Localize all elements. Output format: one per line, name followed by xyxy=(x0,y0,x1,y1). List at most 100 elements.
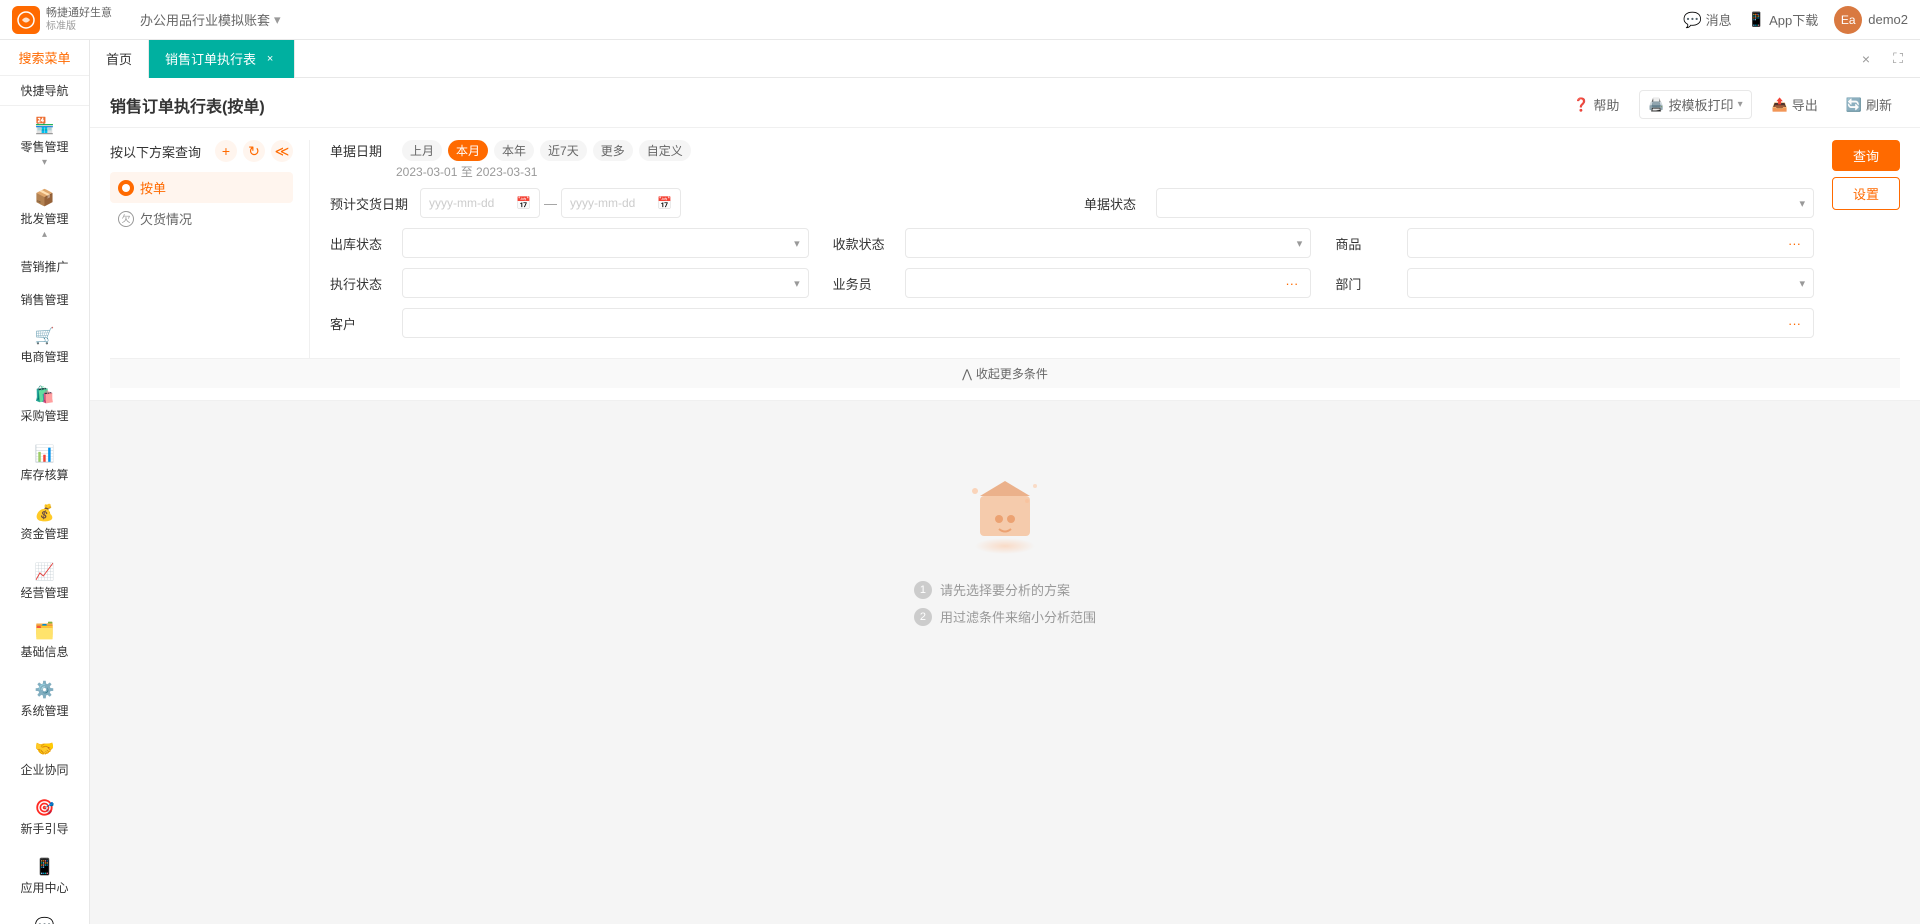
help-button[interactable]: ❓ 帮助 xyxy=(1565,91,1627,118)
sidebar-item-finance[interactable]: 💰 资金管理 xyxy=(0,493,89,552)
date-btn-this-year[interactable]: 本年 xyxy=(494,140,534,161)
ecommerce-label: 电商管理 xyxy=(20,348,68,365)
sidebar-item-newbie[interactable]: 🎯 新手引导 xyxy=(0,788,89,847)
sidebar-search[interactable]: 搜索菜单 xyxy=(0,40,89,76)
query-button[interactable]: 查询 xyxy=(1832,140,1900,171)
customer-more-icon: ··· xyxy=(1784,316,1805,331)
system-label: 系统管理 xyxy=(20,702,68,719)
message-button[interactable]: 💬 消息 xyxy=(1683,10,1732,29)
export-button[interactable]: 📤 导出 xyxy=(1764,91,1826,118)
sidebar-item-operations[interactable]: 📈 经营管理 xyxy=(0,552,89,611)
help-icon: ❓ xyxy=(1573,97,1589,113)
minimize-button[interactable]: × xyxy=(1852,45,1880,73)
export-icon: 📤 xyxy=(1772,97,1788,113)
page-actions: ❓ 帮助 🖨️ 按模板打印 ▾ 📤 导出 🔄 刷新 xyxy=(1565,90,1900,119)
query-actions: 查询 设置 xyxy=(1832,140,1900,210)
dept-select[interactable]: ▾ xyxy=(1407,268,1814,298)
tab-home[interactable]: 首页 xyxy=(90,40,149,78)
sidebar-item-purchase[interactable]: 🛍️ 采购管理 xyxy=(0,375,89,434)
maximize-button[interactable]: ⛶ xyxy=(1884,45,1912,73)
system-icon: ⚙️ xyxy=(35,680,55,700)
filter-section-title: 按以下方案查询 xyxy=(110,142,201,161)
page-header: 销售订单执行表(按单) ❓ 帮助 🖨️ 按模板打印 ▾ 📤 导出 xyxy=(90,78,1920,128)
refresh-icon: 🔄 xyxy=(1846,97,1862,113)
retail-icon: 🏪 xyxy=(35,116,55,136)
scheme-item-by-order[interactable]: 按单 xyxy=(110,172,293,203)
date-btn-more[interactable]: 更多 xyxy=(593,140,633,161)
product-select[interactable]: ··· xyxy=(1407,228,1814,258)
tab-sales-order[interactable]: 销售订单执行表 × xyxy=(149,40,295,78)
sidebar-item-sales-mgmt[interactable]: 销售管理 xyxy=(0,283,89,316)
tab-close-icon[interactable]: × xyxy=(262,51,278,67)
collapse-scheme-button[interactable]: ≪ xyxy=(271,140,293,162)
date-btn-prev-month[interactable]: 上月 xyxy=(402,140,442,161)
filter-left-actions: + ↻ ≪ xyxy=(215,140,293,162)
print-label: 按模板打印 xyxy=(1669,95,1734,114)
sidebar-item-apps[interactable]: 📱 应用中心 xyxy=(0,847,89,906)
out-status-arrow-icon: ▾ xyxy=(794,237,800,250)
expected-date-to[interactable]: yyyy-mm-dd 📅 xyxy=(561,188,681,218)
add-scheme-button[interactable]: + xyxy=(215,140,237,162)
empty-state: 1 请先选择要分析的方案 2 用过滤条件来缩小分析范围 xyxy=(90,401,1920,686)
exec-status-select[interactable]: ▾ xyxy=(402,268,809,298)
date-btn-this-month[interactable]: 本月 xyxy=(448,140,488,161)
sidebar-item-ecommerce[interactable]: 🛒 电商管理 xyxy=(0,316,89,375)
ecommerce-icon: 🛒 xyxy=(35,326,55,346)
date-to-placeholder: yyyy-mm-dd xyxy=(570,196,635,210)
sidebar-item-cooperation[interactable]: 🤝 企业协同 xyxy=(0,729,89,788)
doc-status-arrow-icon: ▾ xyxy=(1799,197,1805,210)
refresh-button[interactable]: 🔄 刷新 xyxy=(1838,91,1900,118)
sidebar-item-inventory[interactable]: 📊 库存核算 xyxy=(0,434,89,493)
logo-area: 畅捷通好生意 标准版 xyxy=(12,6,112,34)
out-status-label: 出库状态 xyxy=(330,234,390,253)
set-button[interactable]: 设置 xyxy=(1832,177,1900,210)
calendar-icon2: 📅 xyxy=(657,196,672,210)
print-button[interactable]: 🖨️ 按模板打印 ▾ xyxy=(1639,90,1751,119)
sidebar-item-wholesale[interactable]: 📦 批发管理 ▴ xyxy=(0,178,89,250)
dept-label: 部门 xyxy=(1335,274,1395,293)
product-more-icon: ··· xyxy=(1784,236,1805,251)
logo-icon xyxy=(12,6,40,34)
sidebar-item-wechat[interactable]: 💬 企业微信 xyxy=(0,906,89,924)
out-status-select[interactable]: ▾ xyxy=(402,228,809,258)
empty-illustration xyxy=(955,461,1055,564)
newbie-icon: 🎯 xyxy=(35,798,55,818)
date-btn-custom[interactable]: 自定义 xyxy=(639,140,691,161)
app-download-button[interactable]: 📱 App下载 xyxy=(1748,10,1819,29)
sidebar-item-marketing[interactable]: 营销推广 xyxy=(0,250,89,283)
window-controls: × ⛶ xyxy=(1852,45,1920,73)
collapse-icon: ⋀ xyxy=(962,367,972,381)
date-btn-7days[interactable]: 近7天 xyxy=(540,140,587,161)
debt-item[interactable]: 欠 欠货情况 xyxy=(110,203,293,234)
date-label: 单据日期 xyxy=(330,141,390,160)
user-area[interactable]: Ea demo2 xyxy=(1834,6,1908,34)
breadcrumb-arrow-icon[interactable]: ▾ xyxy=(274,12,281,28)
empty-tip-2-text: 用过滤条件来缩小分析范围 xyxy=(940,607,1096,626)
app-download-icon: 📱 xyxy=(1748,11,1765,28)
sidebar-quick-nav[interactable]: 快捷导航 xyxy=(0,76,89,106)
refresh-scheme-button[interactable]: ↻ xyxy=(243,140,265,162)
expected-date-from[interactable]: yyyy-mm-dd 📅 xyxy=(420,188,540,218)
wholesale-arrow-icon: ▴ xyxy=(42,229,47,240)
doc-status-label: 单据状态 xyxy=(1084,194,1144,213)
retail-arrow-icon: ▾ xyxy=(42,157,47,168)
receipt-status-label: 收款状态 xyxy=(833,234,893,253)
purchase-label: 采购管理 xyxy=(20,407,68,424)
breadcrumb-text: 办公用品行业模拟账套 xyxy=(140,10,270,29)
doc-status-select[interactable]: ▾ xyxy=(1156,188,1814,218)
sidebar-item-system[interactable]: ⚙️ 系统管理 xyxy=(0,670,89,729)
tip-num-1: 1 xyxy=(914,581,932,599)
debt-icon: 欠 xyxy=(118,211,134,227)
sidebar-item-retail[interactable]: 🏪 零售管理 ▾ xyxy=(0,106,89,178)
customer-select[interactable]: ··· xyxy=(402,308,1814,338)
empty-tips: 1 请先选择要分析的方案 2 用过滤条件来缩小分析范围 xyxy=(914,580,1096,626)
collapse-filter-button[interactable]: ⋀ 收起更多条件 xyxy=(110,358,1900,388)
purchase-icon: 🛍️ xyxy=(35,385,55,405)
help-label: 帮助 xyxy=(1593,95,1619,114)
filter-row-customer: 客户 ··· xyxy=(330,308,1814,338)
tip-num-2: 2 xyxy=(914,608,932,626)
receipt-status-select[interactable]: ▾ xyxy=(905,228,1312,258)
filter-left-header: 按以下方案查询 + ↻ ≪ xyxy=(110,140,293,162)
salesman-select[interactable]: ··· xyxy=(905,268,1312,298)
sidebar-item-basic-info[interactable]: 🗂️ 基础信息 xyxy=(0,611,89,670)
